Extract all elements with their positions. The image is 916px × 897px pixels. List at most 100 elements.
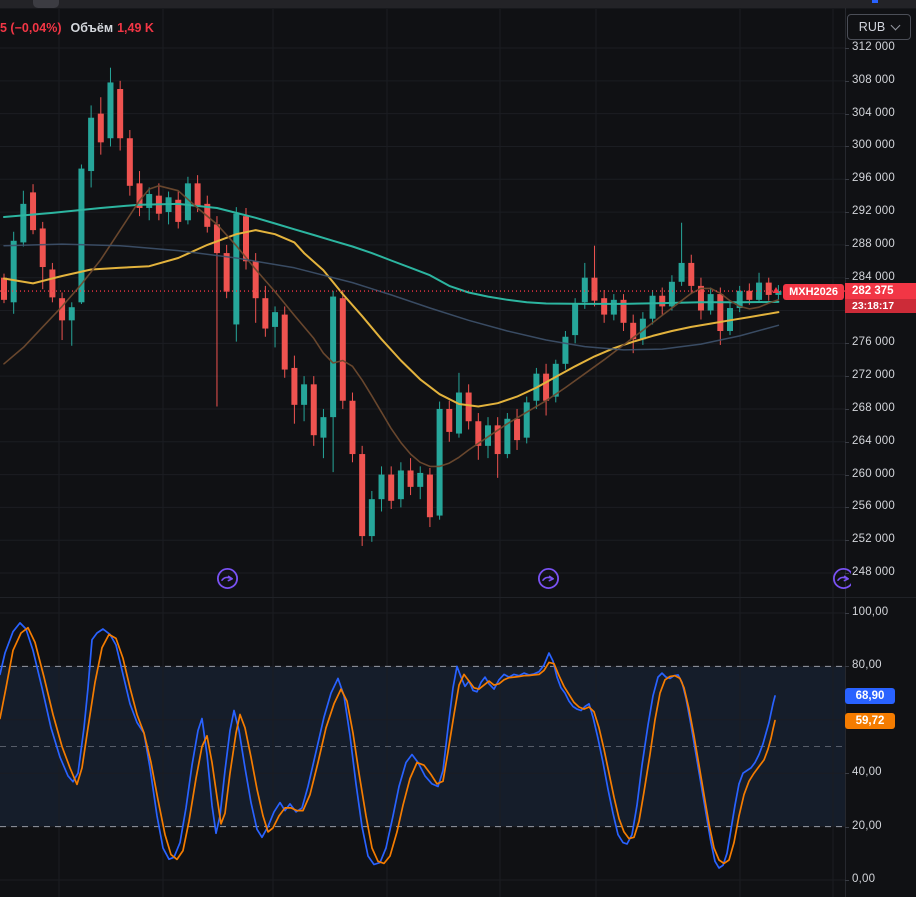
candle-body bbox=[397, 470, 404, 500]
candle-body bbox=[765, 282, 772, 295]
candle-body bbox=[68, 307, 75, 321]
osc-axis-label: 100,00 bbox=[852, 606, 889, 618]
chevron-down-icon bbox=[890, 20, 901, 31]
candle-body bbox=[291, 367, 298, 405]
candle-body bbox=[223, 253, 230, 292]
candle-body bbox=[310, 384, 317, 436]
price-axis-label: 304 000 bbox=[852, 106, 895, 119]
candle-body bbox=[562, 336, 569, 364]
symbol-price-tag: MXH2026 bbox=[783, 284, 844, 300]
axis-tick bbox=[845, 773, 849, 775]
axis-tick bbox=[845, 343, 849, 345]
last-price-tag: 282 375 23:18:17 bbox=[845, 283, 916, 313]
axis-tick bbox=[845, 376, 849, 378]
candle-body bbox=[262, 298, 269, 329]
candle-body bbox=[359, 454, 366, 537]
price-axis-label: 284 000 bbox=[852, 270, 895, 283]
candle-body bbox=[88, 117, 95, 172]
price-axis-label: 312 000 bbox=[852, 41, 895, 53]
price-axis-label: 272 000 bbox=[852, 369, 895, 382]
candle-body bbox=[552, 363, 559, 397]
price-axis-label: 248 000 bbox=[852, 566, 895, 578]
candle-body bbox=[581, 277, 588, 303]
last-price-value: 282 375 bbox=[845, 283, 916, 299]
axis-tick bbox=[845, 441, 849, 443]
candle-body bbox=[20, 203, 27, 243]
trading-chart-window: 5 (−0,04%) Объём 1,49 K RUB 312 000 308 000… bbox=[0, 0, 916, 897]
candle-body bbox=[407, 470, 414, 487]
osc-axis-label: 0,00 bbox=[852, 873, 876, 885]
stoch-value-badge: 59,72 bbox=[845, 712, 895, 729]
candle-body bbox=[514, 418, 521, 441]
candle-body bbox=[213, 224, 220, 254]
candle-body bbox=[301, 384, 308, 405]
axis-tick bbox=[845, 48, 849, 49]
candle-body bbox=[688, 262, 695, 286]
candle-body bbox=[339, 298, 346, 401]
candle-body bbox=[465, 392, 472, 422]
axis-tick bbox=[845, 880, 849, 881]
candle-body bbox=[126, 138, 133, 186]
candle-body bbox=[272, 312, 279, 327]
price-axis-label: 296 000 bbox=[852, 172, 895, 185]
axis-tick bbox=[845, 146, 849, 148]
jump-forward-icon[interactable] bbox=[537, 567, 560, 590]
candle-body bbox=[10, 240, 17, 303]
candle-body bbox=[649, 295, 656, 319]
osc-axis-label: 80,00 bbox=[852, 659, 882, 672]
axis-tick bbox=[845, 826, 849, 828]
candle-body bbox=[281, 314, 288, 370]
currency-label: RUB bbox=[858, 20, 886, 34]
axis-tick bbox=[845, 474, 849, 476]
axis-separator bbox=[845, 8, 846, 897]
price-axis-label: 308 000 bbox=[852, 73, 895, 86]
candle-body bbox=[49, 269, 56, 298]
candle-body bbox=[659, 295, 666, 307]
candle-body bbox=[146, 194, 153, 208]
candle-body bbox=[30, 192, 37, 231]
candle-body bbox=[320, 417, 327, 438]
candle-body bbox=[746, 290, 753, 300]
candle-body bbox=[678, 262, 685, 282]
candle-body bbox=[717, 294, 724, 332]
price-axis-label: 256 000 bbox=[852, 500, 895, 513]
price-axis-label: 268 000 bbox=[852, 401, 895, 414]
currency-selector[interactable]: RUB bbox=[847, 14, 911, 40]
axis-tick bbox=[845, 113, 849, 115]
jump-forward-icon[interactable] bbox=[216, 567, 239, 590]
candle-body bbox=[378, 474, 385, 500]
axis-tick bbox=[845, 666, 849, 668]
price-axis-label: 292 000 bbox=[852, 205, 895, 218]
candle-body bbox=[610, 299, 617, 315]
legend-volume-value: 1,49 K bbox=[117, 21, 154, 35]
candle-body bbox=[446, 408, 453, 432]
jump-forward-icon[interactable] bbox=[832, 567, 851, 590]
chart-legend: 5 (−0,04%) Объём 1,49 K bbox=[0, 21, 154, 35]
notification-speck bbox=[872, 0, 878, 3]
candle-body bbox=[39, 228, 46, 268]
osc-axis-label: 20,00 bbox=[852, 819, 882, 832]
window-top-tab bbox=[33, 0, 59, 8]
candle-body bbox=[117, 89, 124, 139]
price-axis-label: 300 000 bbox=[852, 139, 895, 152]
jump-icons-row bbox=[0, 560, 851, 598]
candle-body bbox=[455, 392, 462, 434]
osc-axis-label: 40,00 bbox=[852, 766, 882, 779]
window-top-strip bbox=[0, 0, 916, 9]
candle-body bbox=[523, 402, 530, 438]
price-axis-label: 288 000 bbox=[852, 237, 895, 250]
price-axis-label: 276 000 bbox=[852, 336, 895, 349]
stochastic-chart-canvas[interactable] bbox=[0, 597, 845, 897]
candle-body bbox=[349, 400, 356, 455]
candle-body bbox=[426, 474, 433, 518]
axis-tick bbox=[845, 540, 849, 542]
axis-tick bbox=[845, 408, 849, 410]
axis-tick bbox=[845, 613, 849, 614]
axis-tick bbox=[845, 179, 849, 181]
stoch-value-badge: 68,90 bbox=[845, 688, 895, 705]
legend-change: 5 (−0,04%) bbox=[0, 21, 62, 35]
axis-tick bbox=[845, 80, 849, 82]
candle-body bbox=[368, 499, 375, 537]
bar-countdown: 23:18:17 bbox=[845, 299, 916, 313]
price-chart-canvas[interactable] bbox=[0, 0, 845, 597]
